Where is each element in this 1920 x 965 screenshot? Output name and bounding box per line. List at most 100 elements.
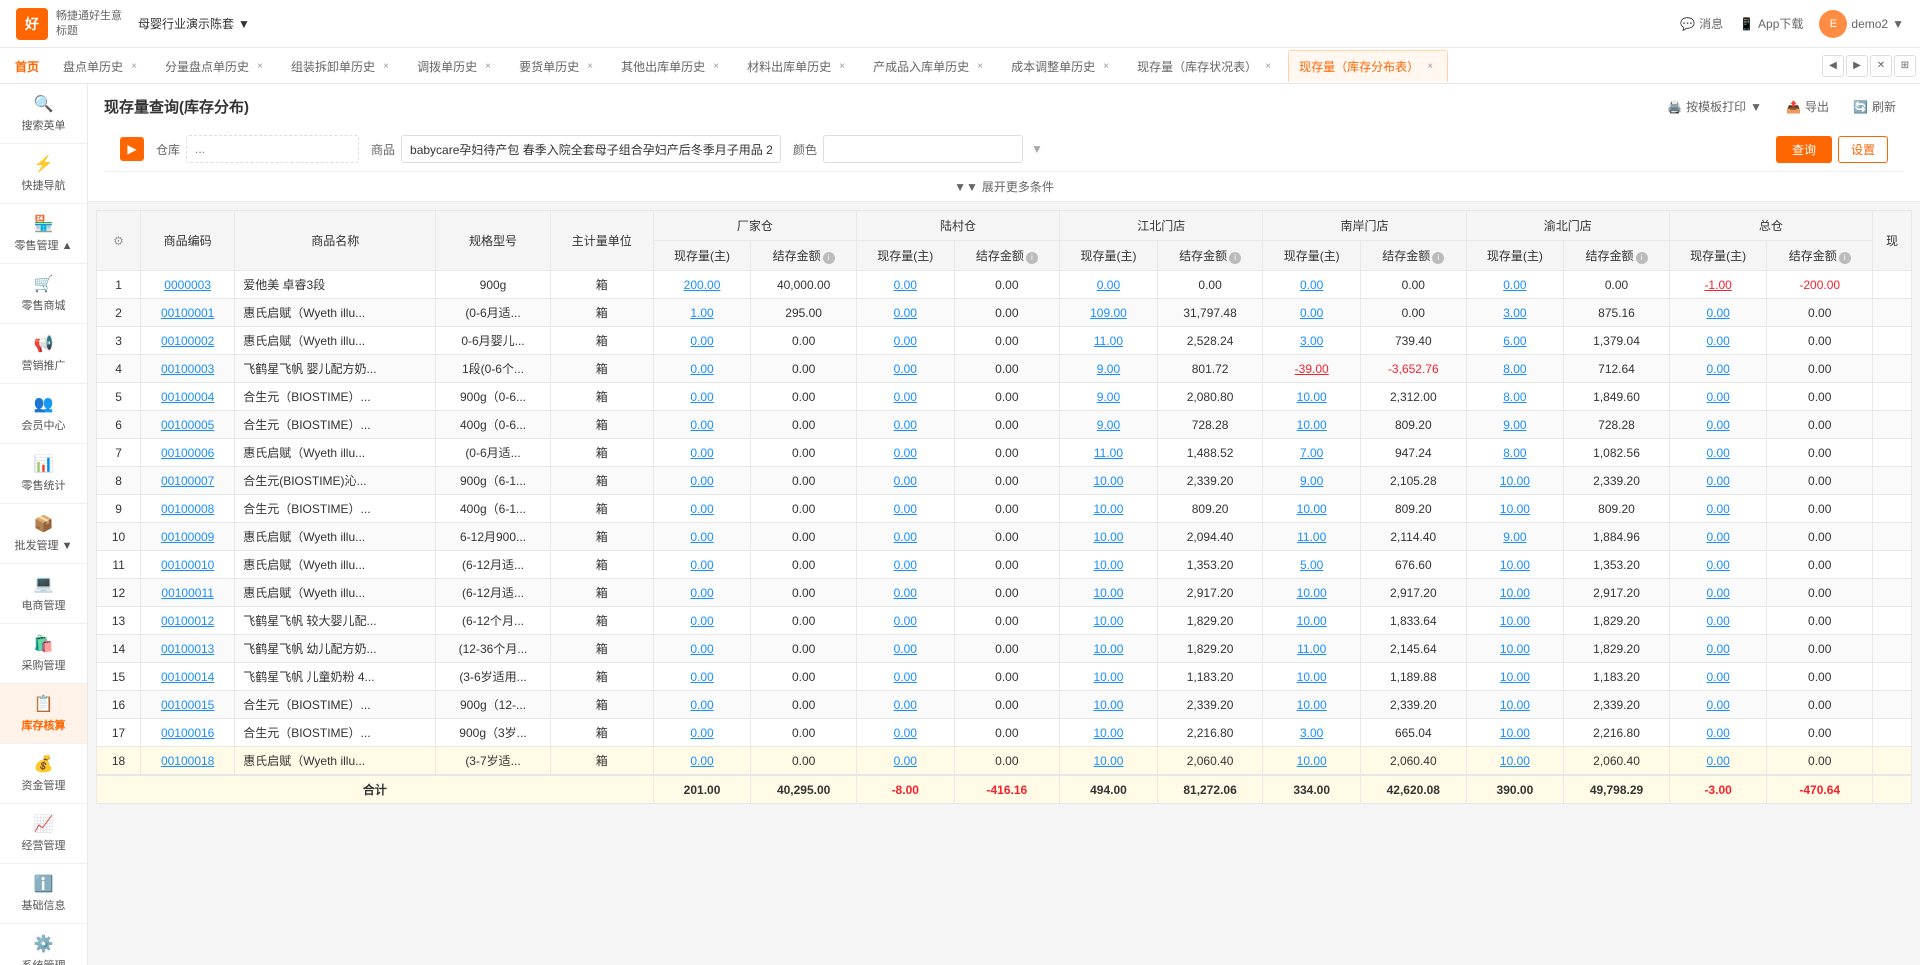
sidebar-item-members[interactable]: 👥 会员中心 (0, 384, 87, 444)
table-row-spec: 0-6月婴儿... (436, 327, 551, 355)
footer-factory-amt: 40,295.00 (751, 775, 857, 804)
sidebar-item-retail-shop[interactable]: 🛒 零售商城 (0, 264, 87, 324)
sidebar-label-ops: 经营管理 (22, 837, 66, 853)
factory-amt-info-icon[interactable]: i (823, 252, 835, 264)
sidebar-item-shortcut[interactable]: ⚡ 快捷导航 (0, 144, 87, 204)
tab-close-count-single[interactable]: × (127, 59, 141, 73)
tab-stock-dist[interactable]: 现存量（库存分布表） × (1288, 50, 1448, 82)
table-row-name: 惠氏启赋（Wyeth illu... (235, 327, 436, 355)
table-row-factory-amt: 0.00 (751, 747, 857, 776)
app-download-btn[interactable]: 📱 App下载 (1739, 15, 1803, 32)
tab-nav-right[interactable]: ▶ (1846, 55, 1868, 77)
tab-transfer[interactable]: 调拨单历史 × (406, 50, 506, 82)
filter-warehouse-input[interactable] (186, 135, 359, 163)
table-row-total-amt: 0.00 (1767, 663, 1873, 691)
col-total-amt: 结存金额i (1767, 241, 1873, 271)
sidebar-item-retail-mgmt[interactable]: 🏪 零售管理 ▲ (0, 204, 87, 264)
data-table: ⚙ 商品编码 商品名称 规格型号 主计量单位 厂家仓 陆村仓 江北门店 南岸门店… (96, 210, 1912, 804)
avatar: E (1819, 10, 1847, 38)
settings-gear-icon[interactable]: ⚙ (111, 233, 127, 249)
sidebar-item-ops[interactable]: 📈 经营管理 (0, 804, 87, 864)
tab-close-stock-table[interactable]: × (1261, 59, 1275, 73)
tab-nav-expand[interactable]: ⊞ (1894, 55, 1916, 77)
table-row-nanan-amt: 2,339.20 (1360, 691, 1466, 719)
tab-group-disassemble[interactable]: 组装拆卸单历史 × (280, 50, 404, 82)
user-menu[interactable]: E demo2 ▼ (1819, 10, 1904, 38)
tab-close-transfer[interactable]: × (481, 59, 495, 73)
lucun-amt-info-icon[interactable]: i (1026, 252, 1038, 264)
filter-product-input[interactable] (401, 135, 781, 163)
search-button[interactable]: 查询 (1776, 136, 1832, 163)
sidebar-item-finance[interactable]: 💰 资金管理 (0, 744, 87, 804)
nanan-amt-info-icon[interactable]: i (1432, 252, 1444, 264)
tab-stock-table[interactable]: 现存量（库存状况表） × (1126, 50, 1286, 82)
table-row-factory-amt: 0.00 (751, 607, 857, 635)
filter-color-input[interactable] (823, 135, 1023, 163)
refresh-btn[interactable]: 🔄 刷新 (1845, 94, 1904, 119)
org-selector[interactable]: 母婴行业演示陈套 ▼ (138, 15, 250, 32)
sidebar-item-purchase[interactable]: 🛍️ 采购管理 (0, 624, 87, 684)
table-row-code: 00100016 (141, 719, 235, 747)
tab-close-group-disassemble[interactable]: × (379, 59, 393, 73)
tab-requisition[interactable]: 要货单历史 × (508, 50, 608, 82)
jiangbei-amt-info-icon[interactable]: i (1229, 252, 1241, 264)
yubei-amt-info-icon[interactable]: i (1636, 252, 1648, 264)
sidebar-item-retail-stats[interactable]: 📊 零售统计 (0, 444, 87, 504)
tab-close-material-out[interactable]: × (835, 59, 849, 73)
table-row-code: 00100008 (141, 495, 235, 523)
table-row-yubei-stock: 9.00 (1466, 411, 1564, 439)
tab-other-out[interactable]: 其他出库单历史 × (610, 50, 734, 82)
tab-home[interactable]: 首页 (4, 50, 50, 82)
tab-close-cost-adj[interactable]: × (1099, 59, 1113, 73)
table-row-nanan-amt: 0.00 (1360, 299, 1466, 327)
tab-close-partial-count[interactable]: × (253, 59, 267, 73)
tab-close-other-out[interactable]: × (709, 59, 723, 73)
color-dropdown-icon[interactable]: ▼ (1031, 142, 1043, 156)
wholesale-icon: 📦 (34, 514, 54, 534)
page-title: 现存量查询(库存分布) (104, 96, 249, 117)
tab-product-in[interactable]: 产成品入库单历史 × (862, 50, 998, 82)
filter-color-field: 颜色 ▼ (793, 135, 1043, 163)
table-row-spec: (3-7岁适... (436, 747, 551, 776)
sidebar-item-inventory[interactable]: 📋 库存核算 (0, 684, 87, 744)
table-row-yubei-stock: 10.00 (1466, 467, 1564, 495)
sidebar-item-marketing[interactable]: 📢 营销推广 (0, 324, 87, 384)
export-btn[interactable]: 📤 导出 (1778, 94, 1837, 119)
table-row-no: 15 (97, 663, 141, 691)
tab-count-single[interactable]: 盘点单历史 × (52, 50, 152, 82)
total-amt-info-icon[interactable]: i (1839, 252, 1851, 264)
col-spec-header: 规格型号 (436, 211, 551, 271)
tab-close-product-in[interactable]: × (973, 59, 987, 73)
table-row-total-amt: 0.00 (1767, 411, 1873, 439)
tab-partial-count[interactable]: 分量盘点单历史 × (154, 50, 278, 82)
sidebar-item-system[interactable]: ⚙️ 系统管理 (0, 924, 87, 965)
message-btn[interactable]: 💬 消息 (1680, 15, 1723, 32)
settings-button[interactable]: 设置 (1838, 136, 1888, 163)
table-row-total-stock: 0.00 (1669, 327, 1767, 355)
sidebar-item-basic[interactable]: ℹ️ 基础信息 (0, 864, 87, 924)
table-row-jiangbei-stock: 9.00 (1060, 411, 1158, 439)
tab-cost-adj[interactable]: 成本调整单历史 × (1000, 50, 1124, 82)
export-icon: 📤 (1786, 100, 1801, 114)
tab-close-stock-dist[interactable]: × (1423, 59, 1437, 73)
col-settings-icon[interactable]: ⚙ (97, 211, 141, 271)
table-row-factory-stock: 0.00 (653, 411, 751, 439)
tab-nav-close-all[interactable]: ✕ (1870, 55, 1892, 77)
tab-close-requisition[interactable]: × (583, 59, 597, 73)
tab-material-out[interactable]: 材料出库单历史 × (736, 50, 860, 82)
expand-more-conditions[interactable]: ▼▼ 展开更多条件 (104, 171, 1904, 201)
tab-nav-left[interactable]: ◀ (1822, 55, 1844, 77)
table-row-unit: 箱 (550, 579, 653, 607)
sidebar-item-wholesale[interactable]: 📦 批发管理 ▼ (0, 504, 87, 564)
sidebar-item-search[interactable]: 🔍 搜索英单 (0, 84, 87, 144)
sidebar-item-ecommerce[interactable]: 💻 电商管理 (0, 564, 87, 624)
table-row-name: 惠氏启赋（Wyeth illu... (235, 439, 436, 467)
table-row-total-stock: 0.00 (1669, 747, 1767, 776)
table-row-lucun-stock: 0.00 (856, 495, 954, 523)
col-yubei-stock: 现存量(主) (1466, 241, 1564, 271)
table-row-no: 4 (97, 355, 141, 383)
print-btn[interactable]: 🖨️ 按模板打印 ▼ (1659, 94, 1770, 119)
table-row-jiangbei-amt: 1,353.20 (1157, 551, 1263, 579)
table-row-yubei-stock: 10.00 (1466, 635, 1564, 663)
filter-toggle-btn[interactable]: ▶ (120, 137, 144, 161)
